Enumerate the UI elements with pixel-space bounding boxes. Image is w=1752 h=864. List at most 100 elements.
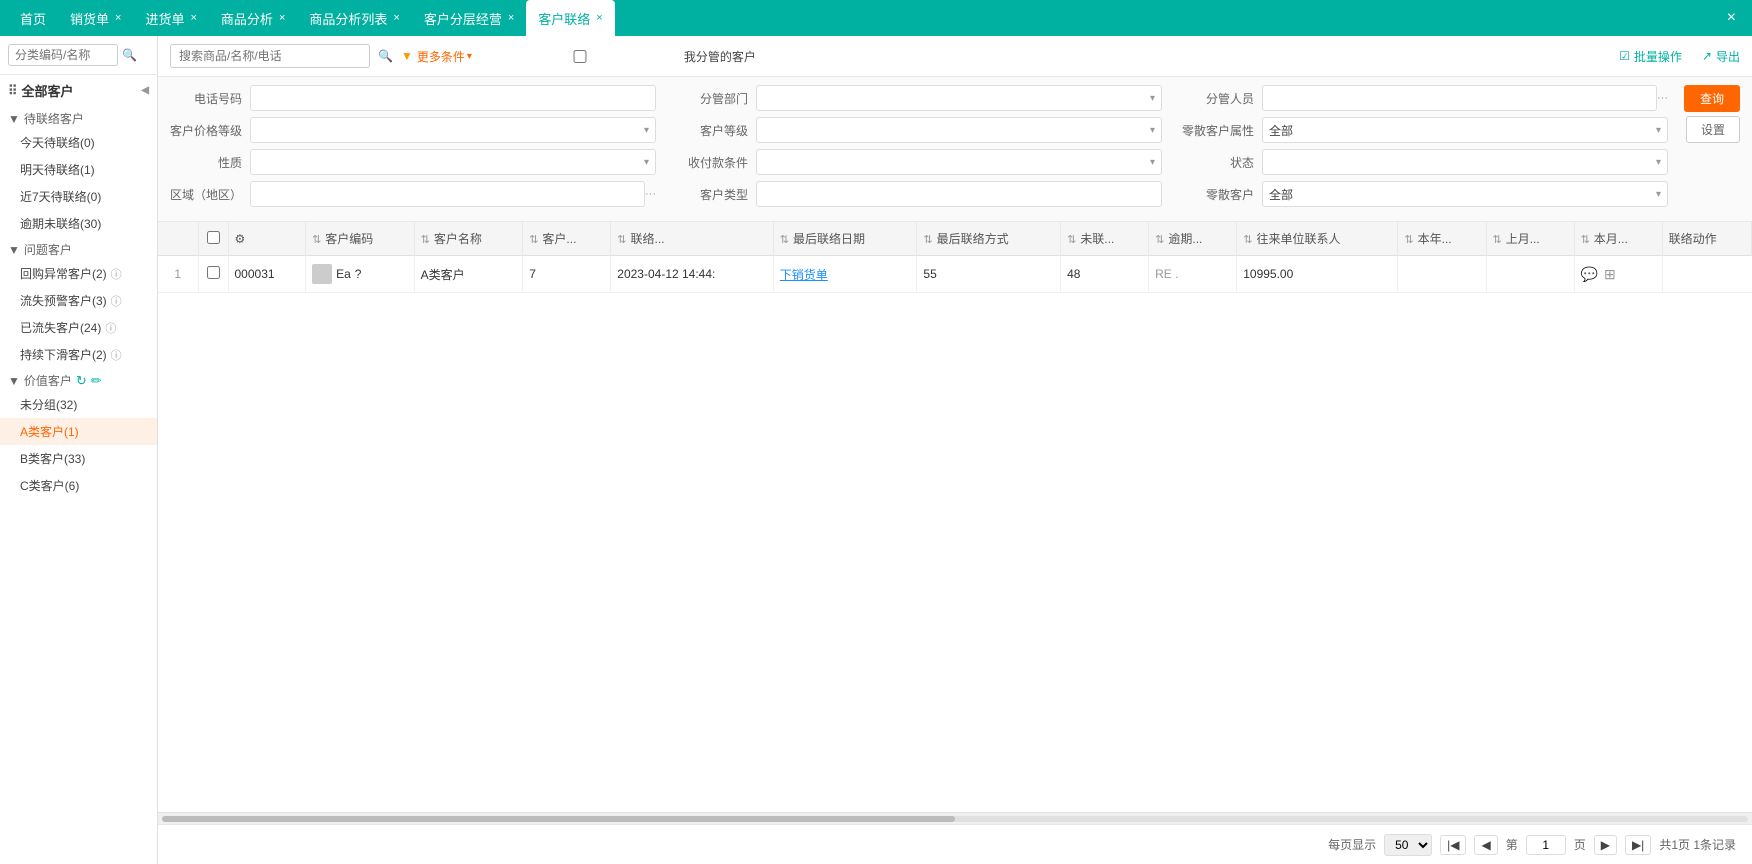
sidebar-item-class-a[interactable]: A类客户(1) [0,418,157,445]
nav-sales-order[interactable]: 销货单 × [58,0,133,36]
sidebar-item-churn-warning[interactable]: 流失预警客户(3) ⓘ [0,287,157,314]
nav-customer-contact[interactable]: 客户联络 × [526,0,614,36]
status-select[interactable]: ▾ [1262,149,1668,175]
sidebar-item-class-c[interactable]: C类客户(6) [0,472,157,499]
pending-contact-group-label[interactable]: ▼ 待联络客户 [0,106,157,129]
sidebar-item-ungrouped[interactable]: 未分组(32) [0,391,157,418]
close-product-analysis-icon[interactable]: × [279,12,285,24]
col-this-month[interactable]: ⇅本月... [1574,222,1662,256]
person-label: 分管人员 [1182,90,1262,107]
payment-select-arrow-icon: ▾ [1150,157,1155,168]
horizontal-scrollbar[interactable] [158,812,1752,824]
more-conditions-button[interactable]: ▼ 更多条件 ▾ [401,48,472,65]
close-customer-segmentation-icon[interactable]: × [508,12,514,24]
filter-row-3: 性质 ▾ 收付款条件 ▾ [170,149,1668,175]
query-button[interactable]: 查询 [1684,85,1740,112]
row-checkbox[interactable] [207,266,220,279]
filter-cell-status: 状态 ▾ [1182,149,1668,175]
sidebar-item-today-contact[interactable]: 今天待联络(0) [0,129,157,156]
col-company-contact[interactable]: ⇅往来单位联系人 [1237,222,1398,256]
col-code[interactable]: ⇅客户编码 [306,222,415,256]
batch-operations-button[interactable]: ☑ 批量操作 [1619,48,1682,65]
price-level-select[interactable]: ▾ [250,117,656,143]
settings-button[interactable]: 设置 [1686,116,1740,143]
retail-customer-select[interactable]: 全部 ▾ [1262,181,1668,207]
first-page-button[interactable]: |◀ [1440,835,1466,855]
filter-row-4: 区域（地区） ··· 客户类型 零散客户 [170,181,1668,207]
cell-last-contact-method: 下销货单 [773,256,917,293]
nav-home[interactable]: 首页 [8,0,58,36]
search-input[interactable] [170,44,370,68]
customer-type-label: 客户类型 [676,186,756,203]
retail-attr-select[interactable]: 全部 ▾ [1262,117,1668,143]
close-product-analysis-list-icon[interactable]: × [393,12,399,24]
last-page-button[interactable]: ▶| [1625,835,1651,855]
close-purchase-order-icon[interactable]: × [190,12,196,24]
select-all-checkbox[interactable] [207,231,220,244]
sidebar-search-input[interactable] [8,44,118,66]
col-index [158,222,198,256]
sidebar-item-week-contact[interactable]: 近7天待联络(0) [0,183,157,210]
nature-label: 性质 [170,154,250,171]
last-contact-method-link[interactable]: 下销货单 [780,268,828,282]
sidebar-item-overdue-contact[interactable]: 逾期未联络(30) [0,210,157,237]
grid-action-icon[interactable]: ⊞ [1604,266,1616,283]
sidebar-item-class-b[interactable]: B类客户(33) [0,445,157,472]
sidebar-item-declining[interactable]: 持续下滑客户(2) ⓘ [0,341,157,368]
dept-select[interactable]: ▾ [756,85,1162,111]
nav-product-analysis[interactable]: 商品分析 × [209,0,297,36]
region-input[interactable] [250,181,645,207]
col-last-contact-date[interactable]: ⇅最后联络日期 [773,222,917,256]
col-this-year[interactable]: ⇅本年... [1398,222,1486,256]
customer-type-input[interactable] [756,181,1162,207]
my-customers-checkbox[interactable] [480,50,680,63]
query-action-buttons: 查询 设置 [1684,85,1740,213]
col-type[interactable]: ⇅客户... [523,222,611,256]
scrollbar-track [162,816,1748,822]
filter-cell-nature: 性质 ▾ [170,149,656,175]
filter-bar: 🔍 ▼ 更多条件 ▾ 我分管的客户 ☑ 批量操作 ↗ 导出 [158,36,1752,77]
person-input[interactable] [1262,85,1657,111]
customer-level-select-arrow-icon: ▾ [1150,125,1155,136]
refresh-value-icon[interactable]: ↻ [76,373,87,389]
sidebar-item-churned[interactable]: 已流失客户(24) ⓘ [0,314,157,341]
scrollbar-thumb[interactable] [162,816,955,822]
cell-no-contact: 55 [917,256,1061,293]
sidebar-item-repurchase-abnormal[interactable]: 回购异常客户(2) ⓘ [0,260,157,287]
all-customers-header[interactable]: ⠿ 全部客户 ◀ [0,75,157,106]
col-settings[interactable]: ⚙ [228,222,306,256]
filter-cell-customer-level: 客户等级 ▾ [676,117,1162,143]
nav-product-analysis-list[interactable]: 商品分析列表 × [297,0,411,36]
col-last-month[interactable]: ⇅上月... [1486,222,1574,256]
prev-page-button[interactable]: ◀ [1474,835,1497,855]
chat-action-icon[interactable]: 💬 [1581,266,1598,283]
close-all-tabs-button[interactable]: × [1719,9,1744,27]
payment-select[interactable]: ▾ [756,149,1162,175]
person-more-icon[interactable]: ··· [1657,92,1668,104]
close-sales-order-icon[interactable]: × [115,12,121,24]
sidebar-search-icon[interactable]: 🔍 [122,48,137,62]
info-declining-icon: ⓘ [111,347,122,363]
nature-select[interactable]: ▾ [250,149,656,175]
col-overdue[interactable]: ⇅逾期... [1149,222,1237,256]
page-number-input[interactable] [1526,835,1566,855]
next-page-button[interactable]: ▶ [1594,835,1617,855]
problem-customers-group-label[interactable]: ▼ 问题客户 [0,237,157,260]
export-button[interactable]: ↗ 导出 [1702,48,1740,65]
region-more-icon[interactable]: ··· [645,188,656,200]
edit-value-icon[interactable]: ✏ [91,373,102,389]
nav-customer-segmentation[interactable]: 客户分层经营 × [412,0,526,36]
customer-level-select[interactable]: ▾ [756,117,1162,143]
col-no-contact[interactable]: ⇅未联... [1061,222,1149,256]
col-name[interactable]: ⇅客户名称 [414,222,523,256]
filter-search-icon[interactable]: 🔍 [378,49,393,63]
col-contact[interactable]: ⇅联络... [611,222,773,256]
col-last-contact-method[interactable]: ⇅最后联络方式 [917,222,1061,256]
value-customers-group-label[interactable]: ▼ 价值客户 ↻ ✏ [0,368,157,391]
filter-cell-retail-attr: 零散客户属性 全部 ▾ [1182,117,1668,143]
close-customer-contact-icon[interactable]: × [596,12,602,24]
sidebar-item-tomorrow-contact[interactable]: 明天待联络(1) [0,156,157,183]
phone-input[interactable] [250,85,656,111]
nav-purchase-order[interactable]: 进货单 × [133,0,208,36]
per-page-select[interactable]: 50 [1384,834,1432,856]
